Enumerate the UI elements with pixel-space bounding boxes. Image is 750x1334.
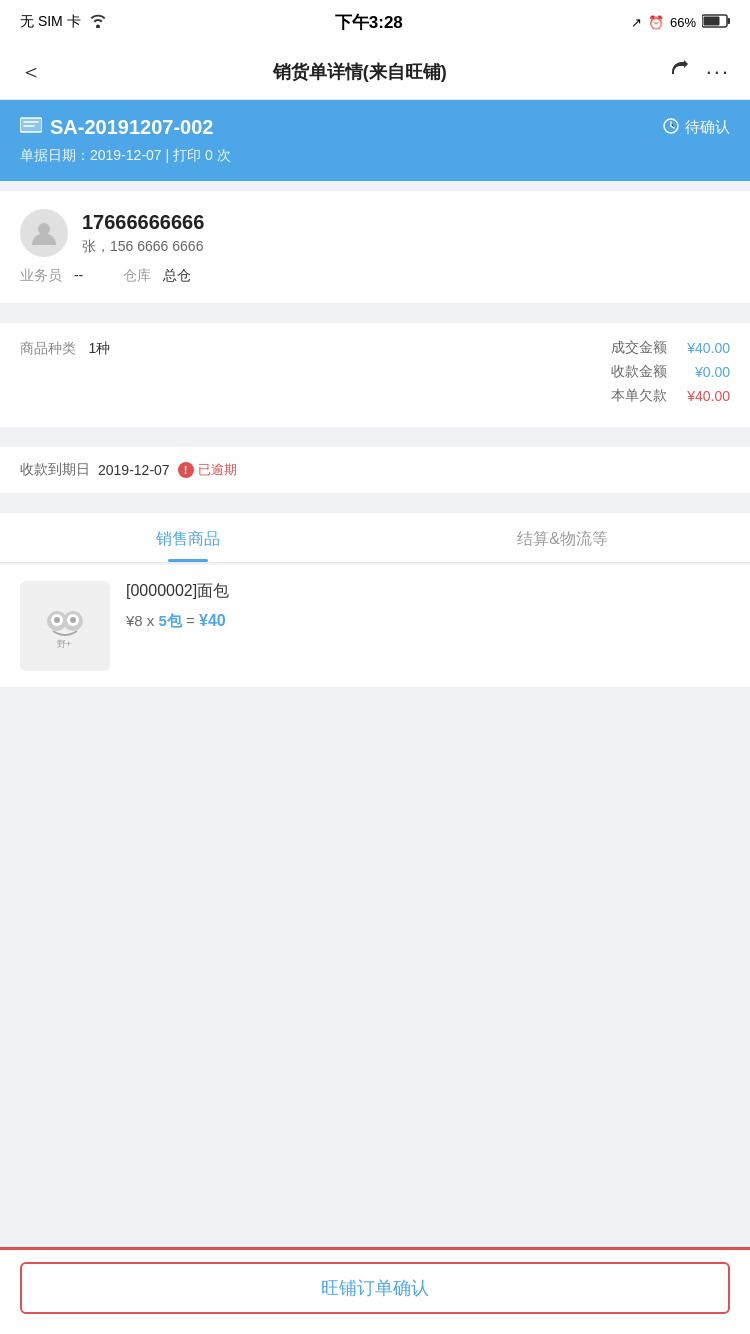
- overdue-badge: ! 已逾期: [178, 461, 237, 479]
- customer-phone: 17666666666: [82, 211, 204, 234]
- customer-name: 张，156 6666 6666: [82, 238, 204, 256]
- empty-content-area: [0, 687, 750, 967]
- product-name: [0000002]面包: [126, 581, 730, 602]
- amount-row-0: 成交金额 ¥40.00: [611, 339, 730, 357]
- share-button[interactable]: [668, 58, 690, 85]
- status-left: 无 SIM 卡: [20, 13, 107, 31]
- divider-1: [0, 303, 750, 313]
- clock-icon: [663, 118, 679, 137]
- status-right: ↗ ⏰ 66%: [631, 14, 730, 31]
- product-price: ¥8 x 5包 = ¥40: [126, 612, 730, 631]
- carrier-text: 无 SIM 卡: [20, 13, 81, 31]
- status-time: 下午3:28: [335, 11, 403, 34]
- warehouse: 仓库 总仓: [123, 267, 191, 285]
- amounts-list: 成交金额 ¥40.00 收款金额 ¥0.00 本单欠款 ¥40.00: [611, 339, 730, 411]
- amount-row-1: 收款金额 ¥0.00: [611, 363, 730, 381]
- divider-3: [0, 493, 750, 503]
- sales-rep: 业务员 --: [20, 267, 83, 285]
- order-date: 单据日期：2019-12-07 | 打印 0 次: [20, 147, 730, 165]
- svg-point-11: [70, 617, 76, 623]
- svg-text:野+: 野+: [57, 639, 71, 649]
- product-item: 野+ [0000002]面包 ¥8 x 5包 = ¥40: [0, 565, 750, 687]
- order-icon: [20, 116, 42, 139]
- product-info: [0000002]面包 ¥8 x 5包 = ¥40: [126, 581, 730, 631]
- back-button[interactable]: ＜: [20, 57, 52, 87]
- customer-avatar: [20, 209, 68, 257]
- divider-2: [0, 427, 750, 437]
- amount-row-2: 本单欠款 ¥40.00: [611, 387, 730, 405]
- nav-actions: ···: [668, 58, 730, 85]
- svg-rect-2: [703, 16, 719, 25]
- alarm-icon: ⏰: [648, 15, 664, 30]
- product-image: 野+: [20, 581, 110, 671]
- confirm-button[interactable]: 旺铺订单确认: [20, 1262, 730, 1314]
- amounts-section: 商品种类 1种 成交金额 ¥40.00 收款金额 ¥0.00 本单欠款 ¥40.…: [0, 323, 750, 427]
- svg-point-10: [54, 617, 60, 623]
- page-title: 销货单详情(来自旺铺): [92, 60, 628, 84]
- location-icon: ↗: [631, 15, 642, 30]
- overdue-icon: !: [178, 462, 194, 478]
- order-status: 待确认: [663, 118, 730, 137]
- more-button[interactable]: ···: [706, 59, 730, 85]
- nav-bar: ＜ 销货单详情(来自旺铺) ···: [0, 44, 750, 100]
- due-date-section: 收款到期日 2019-12-07 ! 已逾期: [0, 447, 750, 493]
- wifi-icon: [89, 14, 107, 31]
- status-bar: 无 SIM 卡 下午3:28 ↗ ⏰ 66%: [0, 0, 750, 44]
- tab-settlement[interactable]: 结算&物流等: [375, 513, 750, 562]
- order-number: SA-20191207-002: [20, 116, 213, 139]
- svg-rect-1: [727, 18, 730, 24]
- order-header-card: SA-20191207-002 待确认 单据日期：2019-12-07 | 打印…: [0, 100, 750, 181]
- tabs-container: 销售商品 结算&物流等: [0, 513, 750, 563]
- bottom-bar: 旺铺订单确认: [0, 1247, 750, 1334]
- customer-info: 17666666666 张，156 6666 6666: [82, 211, 204, 256]
- battery-text: 66%: [670, 15, 696, 30]
- product-type: 商品种类 1种: [20, 339, 110, 358]
- svg-rect-3: [20, 118, 42, 132]
- tab-sales-products[interactable]: 销售商品: [0, 513, 375, 562]
- customer-meta: 业务员 -- 仓库 总仓: [20, 267, 730, 285]
- battery-icon: [702, 14, 730, 31]
- customer-section: 17666666666 张，156 6666 6666 业务员 -- 仓库 总仓: [0, 191, 750, 303]
